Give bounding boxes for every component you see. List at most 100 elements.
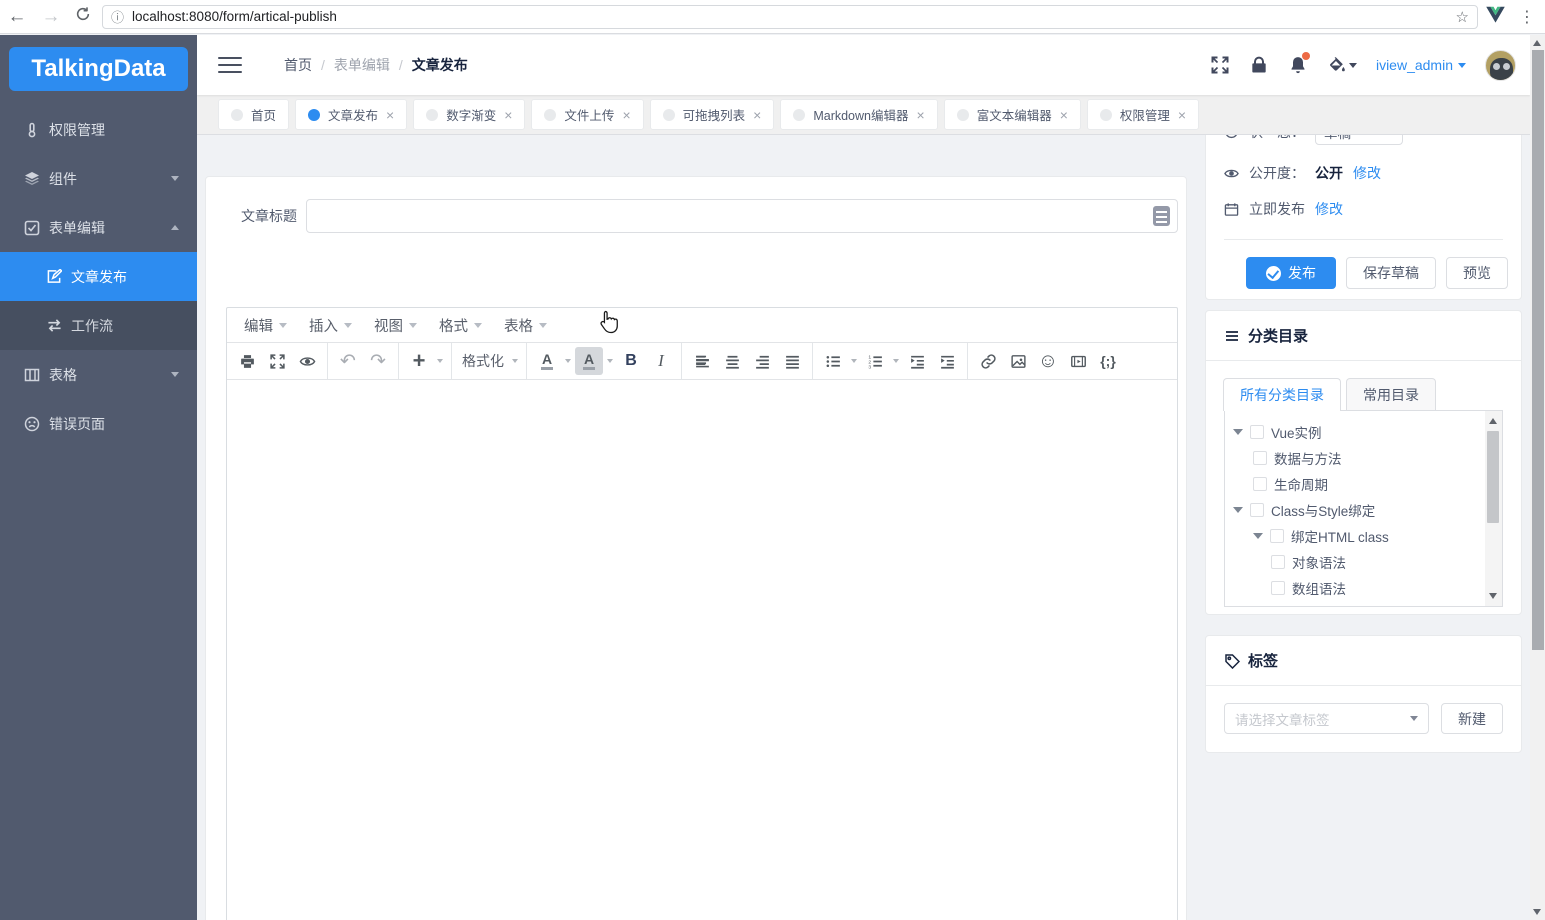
insert-media-icon[interactable] <box>1064 347 1092 375</box>
numbered-list-icon[interactable]: 123 <box>861 347 889 375</box>
tree-checkbox[interactable] <box>1270 529 1284 543</box>
browser-reload-icon[interactable] <box>68 6 98 28</box>
document-lines-icon[interactable] <box>1153 206 1170 226</box>
sidebar-item-table[interactable]: 表格 <box>0 350 197 399</box>
align-right-icon[interactable] <box>748 347 776 375</box>
undo-icon[interactable]: ↶ <box>334 347 362 375</box>
tree-checkbox[interactable] <box>1271 581 1285 595</box>
sidebar-item-permissions[interactable]: 权限管理 <box>0 105 197 154</box>
preview-button[interactable]: 预览 <box>1446 257 1508 289</box>
tab-home[interactable]: 首页 <box>218 99 290 130</box>
scrollbar-thumb[interactable] <box>1531 50 1544 650</box>
align-justify-icon[interactable] <box>778 347 806 375</box>
scrollbar-thumb[interactable] <box>1487 431 1499 523</box>
outdent-icon[interactable] <box>903 347 931 375</box>
scroll-down-icon[interactable] <box>1489 593 1497 599</box>
article-title-input[interactable] <box>306 199 1178 233</box>
menu-table[interactable]: 表格 <box>495 310 556 341</box>
tab-draggable-list[interactable]: 可拖拽列表 × <box>649 99 775 130</box>
tab-richtext-editor[interactable]: 富文本编辑器 × <box>943 99 1081 130</box>
new-tag-button[interactable]: 新建 <box>1441 703 1503 734</box>
tree-expand-icon[interactable] <box>1253 533 1263 539</box>
menu-format[interactable]: 格式 <box>430 310 491 341</box>
fullscreen-editor-icon[interactable] <box>263 347 291 375</box>
tab-file-upload[interactable]: 文件上传 × <box>531 99 644 130</box>
publish-button[interactable]: 发布 <box>1246 257 1336 289</box>
tree-expand-icon[interactable] <box>1233 429 1243 435</box>
menu-view[interactable]: 视图 <box>365 310 426 341</box>
tree-checkbox[interactable] <box>1250 425 1264 439</box>
tree-checkbox[interactable] <box>1271 555 1285 569</box>
tree-row[interactable]: Vue实例 <box>1225 419 1502 445</box>
background-color-caret[interactable] <box>604 359 616 363</box>
fullscreen-icon[interactable] <box>1210 55 1230 75</box>
bold-icon[interactable]: B <box>617 347 645 375</box>
tree-checkbox[interactable] <box>1250 503 1264 517</box>
align-center-icon[interactable] <box>718 347 746 375</box>
background-color-icon[interactable]: A <box>575 347 603 375</box>
indent-icon[interactable] <box>933 347 961 375</box>
font-color-caret[interactable] <box>562 359 574 363</box>
visibility-modify-link[interactable]: 修改 <box>1353 163 1381 183</box>
theme-switch[interactable] <box>1327 55 1357 75</box>
italic-icon[interactable]: I <box>647 347 675 375</box>
breadcrumb-home[interactable]: 首页 <box>284 55 312 75</box>
user-menu[interactable]: iview_admin <box>1376 57 1466 73</box>
site-info-icon[interactable]: ⓘ <box>111 7 124 26</box>
sidebar-item-article-publish[interactable]: 文章发布 <box>0 252 197 301</box>
editor-content[interactable] <box>227 380 1177 920</box>
category-tab-common[interactable]: 常用目录 <box>1346 378 1436 410</box>
scroll-down-icon[interactable] <box>1533 909 1541 915</box>
tab-number-gradient[interactable]: 数字渐变 × <box>413 99 526 130</box>
insert-link-icon[interactable] <box>974 347 1002 375</box>
insert-plus-icon[interactable]: + <box>405 347 433 375</box>
preview-eye-icon[interactable] <box>293 347 321 375</box>
bullet-list-caret[interactable] <box>848 359 860 363</box>
collapse-menu-icon[interactable] <box>218 52 242 78</box>
sidebar-item-error-pages[interactable]: 错误页面 <box>0 399 197 448</box>
category-tab-all[interactable]: 所有分类目录 <box>1223 378 1341 411</box>
save-draft-button[interactable]: 保存草稿 <box>1346 257 1436 289</box>
tree-row[interactable]: 数据与方法 <box>1225 445 1502 471</box>
browser-menu-icon[interactable]: ⋮ <box>1519 7 1535 27</box>
print-icon[interactable] <box>233 347 261 375</box>
notification-bell-icon[interactable] <box>1288 52 1310 75</box>
tab-markdown-editor[interactable]: Markdown编辑器 × <box>780 99 938 130</box>
tree-checkbox[interactable] <box>1253 477 1267 491</box>
tab-close-icon[interactable]: × <box>504 108 512 122</box>
vue-devtools-icon[interactable] <box>1486 6 1505 28</box>
plus-dropdown-caret[interactable] <box>434 359 446 363</box>
tab-close-icon[interactable]: × <box>622 108 630 122</box>
tree-row[interactable]: 数组语法 <box>1225 575 1502 601</box>
sidebar-item-components[interactable]: 组件 <box>0 154 197 203</box>
tab-close-icon[interactable]: × <box>753 108 761 122</box>
tree-expand-icon[interactable] <box>1233 507 1243 513</box>
tree-row[interactable]: 生命周期 <box>1225 471 1502 497</box>
tree-row[interactable]: 对象语法 <box>1225 549 1502 575</box>
address-bar[interactable]: ⓘ localhost:8080/form/artical-publish ☆ <box>102 4 1478 29</box>
formats-caret[interactable] <box>509 359 521 363</box>
menu-insert[interactable]: 插入 <box>300 310 361 341</box>
scroll-up-icon[interactable] <box>1489 418 1497 424</box>
bookmark-star-icon[interactable]: ☆ <box>1456 8 1469 26</box>
schedule-modify-link[interactable]: 修改 <box>1315 199 1343 219</box>
insert-image-icon[interactable] <box>1004 347 1032 375</box>
sidebar-item-form-edit[interactable]: 表单编辑 <box>0 203 197 252</box>
tree-row[interactable]: 绑定HTML class <box>1225 523 1502 549</box>
menu-edit[interactable]: 编辑 <box>235 310 296 341</box>
align-left-icon[interactable] <box>688 347 716 375</box>
page-scrollbar[interactable] <box>1530 35 1545 920</box>
tab-permissions[interactable]: 权限管理 × <box>1086 99 1200 130</box>
browser-back-icon[interactable]: ← <box>0 6 34 28</box>
redo-icon[interactable]: ↷ <box>364 347 392 375</box>
sidebar-item-workflow[interactable]: 工作流 <box>0 301 197 350</box>
tree-scrollbar[interactable] <box>1485 411 1502 606</box>
tag-select[interactable]: 请选择文章标签 <box>1224 703 1429 734</box>
scroll-up-icon[interactable] <box>1533 40 1541 46</box>
tab-close-icon[interactable]: × <box>1060 108 1068 122</box>
tree-checkbox[interactable] <box>1253 451 1267 465</box>
tab-close-icon[interactable]: × <box>386 108 394 122</box>
insert-emoji-icon[interactable]: ☺ <box>1034 347 1062 375</box>
tree-row[interactable]: Class与Style绑定 <box>1225 497 1502 523</box>
app-logo[interactable]: TalkingData <box>9 47 188 91</box>
